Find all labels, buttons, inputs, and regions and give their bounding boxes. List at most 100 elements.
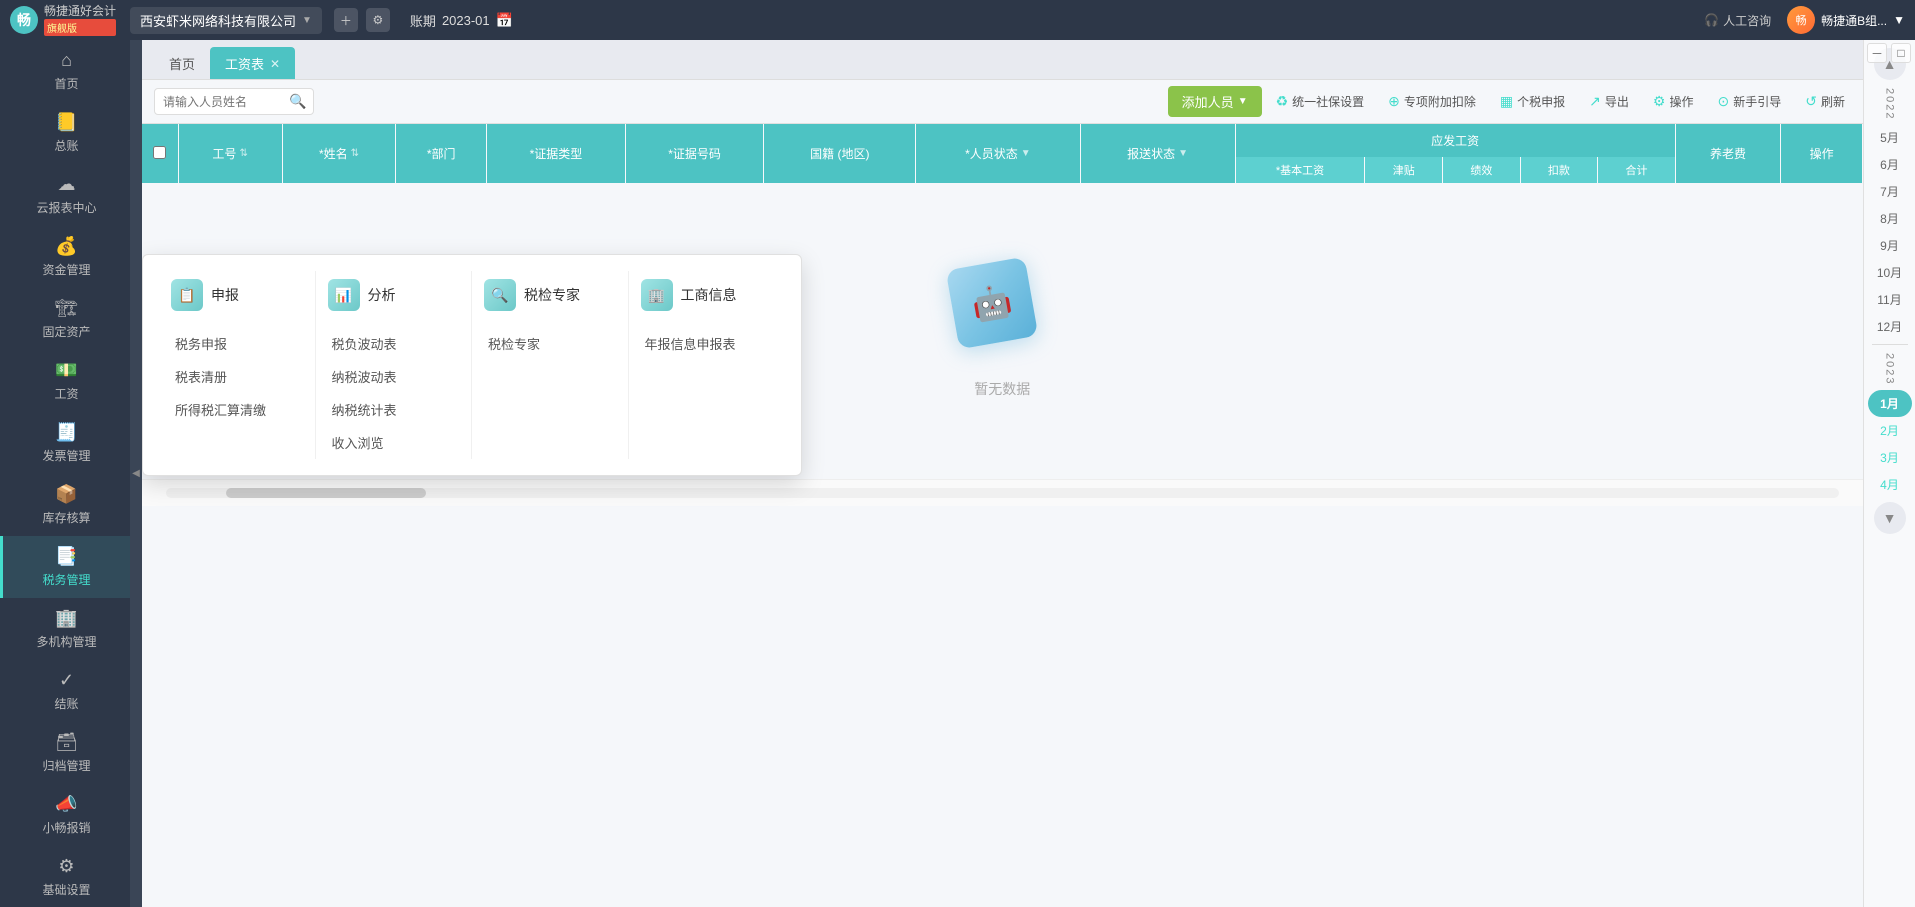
main-layout: ⌂首页📒总账☁云报表中心💰资金管理🏗固定资产💵工资🧾发票管理📦库存核算📑税务管理… [0,40,1915,907]
company-selector[interactable]: 西安虾米网络科技有限公司 ▼ [130,7,322,34]
sidebar-item-fund[interactable]: 💰资金管理 [0,226,130,288]
prev-year-label: 2022 [1884,88,1896,120]
xiaochang-icon: 📣 [55,794,77,815]
cal-month-12月[interactable]: 12月 [1868,313,1912,340]
sidebar-label-ledger: 总账 [54,137,78,154]
sidebar-item-home[interactable]: ⌂首页 [0,40,130,102]
user-area[interactable]: 畅 畅捷通B组... ▼ [1787,6,1905,34]
cal-down-button[interactable]: ▼ [1874,502,1906,534]
sidebar-item-cloud-report[interactable]: ☁云报表中心 [0,164,130,226]
section-header-business: 🏢 工商信息 [641,271,774,323]
cal-month-11月[interactable]: 11月 [1868,286,1912,313]
menu-item-tax-clearance[interactable]: 税表清册 [171,360,303,393]
sidebar-item-xiaochang[interactable]: 📣小畅报销 [0,784,130,846]
sidebar-label-assets: 固定资产 [42,323,90,340]
sidebar-item-assets[interactable]: 🏗 固定资产 [0,288,130,350]
empty-icon: 🤖 [952,263,1052,363]
action-tax-button[interactable]: ▦个税申报 [1494,89,1571,114]
sidebar-item-tax[interactable]: 📑税务管理 [0,536,130,598]
sidebar-item-invoice[interactable]: 🧾发票管理 [0,412,130,474]
menu-item-income-tax-calc[interactable]: 所得税汇算清缴 [171,393,303,426]
action-guide-button[interactable]: ⊙新手引导 [1712,89,1788,114]
minimize-window-button[interactable]: － [1867,43,1887,63]
service-button[interactable]: 🎧 人工咨询 [1704,12,1771,29]
invoice-icon: 🧾 [55,422,77,443]
app-logo: 畅 [10,6,38,34]
sidebar-item-ledger[interactable]: 📒总账 [0,102,130,164]
home-icon: ⌂ [61,50,72,71]
sidebar-item-inventory[interactable]: 📦库存核算 [0,474,130,536]
salary-icon: 💵 [55,360,77,381]
search-icon: 🔍 [289,93,306,110]
section-title-declaration: 申报 [211,285,239,305]
menu-item-income-browse[interactable]: 收入浏览 [328,426,460,459]
sidebar-label-multi-org: 多机构管理 [36,633,96,650]
expert-section-icon: 🔍 [484,279,516,311]
sidebar-item-multi-org[interactable]: 🏢多机构管理 [0,598,130,660]
calendar-icon[interactable]: 📅 [496,12,513,29]
menu-item-tax-check[interactable]: 税检专家 [484,327,616,360]
business-section-icon: 🏢 [641,279,673,311]
table-header-row: 工号⇅ *姓名⇅ *部门 *证据类型 *证据号码 国籍 (地区) *人员状态▼ [142,124,1863,157]
tab-home[interactable]: 首页 [154,47,210,79]
sidebar-collapse[interactable]: ◀ [130,40,142,907]
menu-item-tax-stats[interactable]: 纳税统计表 [328,393,460,426]
add-person-button[interactable]: 添加人员 ▼ [1168,86,1262,117]
assets-icon: 🏗 [55,298,78,319]
action-special-button[interactable]: ⊕专项附加扣除 [1382,89,1482,114]
basic-icon: ⚙ [58,856,74,877]
scrollbar-thumb[interactable] [226,488,426,498]
cal-month-6月[interactable]: 6月 [1868,151,1912,178]
period-label: 账期 [410,11,436,30]
sidebar-item-archive[interactable]: 🗃归档管理 [0,722,130,784]
cal-month-3月[interactable]: 3月 [1868,444,1912,471]
menu-item-tax-fluctuation[interactable]: 纳税波动表 [328,360,460,393]
add-company-button[interactable]: ＋ [334,8,358,32]
th-status-label: *人员状态 [965,145,1018,162]
filter-icon-status[interactable]: ▼ [1021,148,1031,159]
sidebar-item-close[interactable]: ✓结账 [0,660,130,722]
filter-icon-report[interactable]: ▼ [1178,148,1188,159]
sidebar-item-salary[interactable]: 💵工资 [0,350,130,412]
guide-icon: ⊙ [1718,93,1730,110]
headset-icon: 🎧 [1704,13,1719,27]
dropdown-section-expert: 🔍税检专家税检专家 [472,271,629,459]
sort-icon-name[interactable]: ⇅ [351,148,359,159]
horizontal-scrollbar[interactable] [166,488,1839,498]
menu-item-annual-report[interactable]: 年报信息申报表 [641,327,774,360]
cal-month-7月[interactable]: 7月 [1868,178,1912,205]
cal-month-4月[interactable]: 4月 [1868,471,1912,498]
th-salary-group: 应发工资 [1235,124,1675,157]
settings-button[interactable]: ⚙ [366,8,390,32]
menu-item-tax-burden[interactable]: 税负波动表 [328,327,460,360]
action-operate-button[interactable]: ⚙操作 [1647,89,1700,114]
sort-icon[interactable]: ⇅ [239,148,247,159]
action-export-button[interactable]: ↗导出 [1583,89,1635,114]
action-social-button[interactable]: ♻统一社保设置 [1270,89,1371,114]
section-title-business: 工商信息 [681,285,737,305]
menu-item-tax-declare[interactable]: 税务申报 [171,327,303,360]
sidebar-label-archive: 归档管理 [42,757,90,774]
search-input[interactable] [163,95,283,109]
cal-month-9月[interactable]: 9月 [1868,232,1912,259]
action-refresh-button[interactable]: ↺刷新 [1799,89,1851,114]
tab-salary[interactable]: 工资表 ✕ [210,47,295,79]
maximize-window-button[interactable]: □ [1891,43,1911,63]
sidebar-item-basic[interactable]: ⚙基础设置 [0,846,130,907]
cal-month-2月[interactable]: 2月 [1868,417,1912,444]
close-tab-icon[interactable]: ✕ [270,57,280,71]
guide-label: 新手引导 [1733,93,1781,110]
service-label: 人工咨询 [1723,12,1771,29]
cal-month-10月[interactable]: 10月 [1868,259,1912,286]
select-all-checkbox[interactable] [153,146,166,159]
cal-month-1月[interactable]: 1月 [1868,390,1912,417]
th-name-label: *姓名 [319,145,348,162]
year-divider [1872,344,1908,345]
special-label: 专项附加扣除 [1404,93,1476,110]
th-checkbox[interactable] [142,124,178,183]
cal-month-8月[interactable]: 8月 [1868,205,1912,232]
th-allowance: 津贴 [1365,157,1443,183]
th-total: 合计 [1598,157,1676,183]
cal-month-5月[interactable]: 5月 [1868,124,1912,151]
company-name: 西安虾米网络科技有限公司 [140,11,296,30]
